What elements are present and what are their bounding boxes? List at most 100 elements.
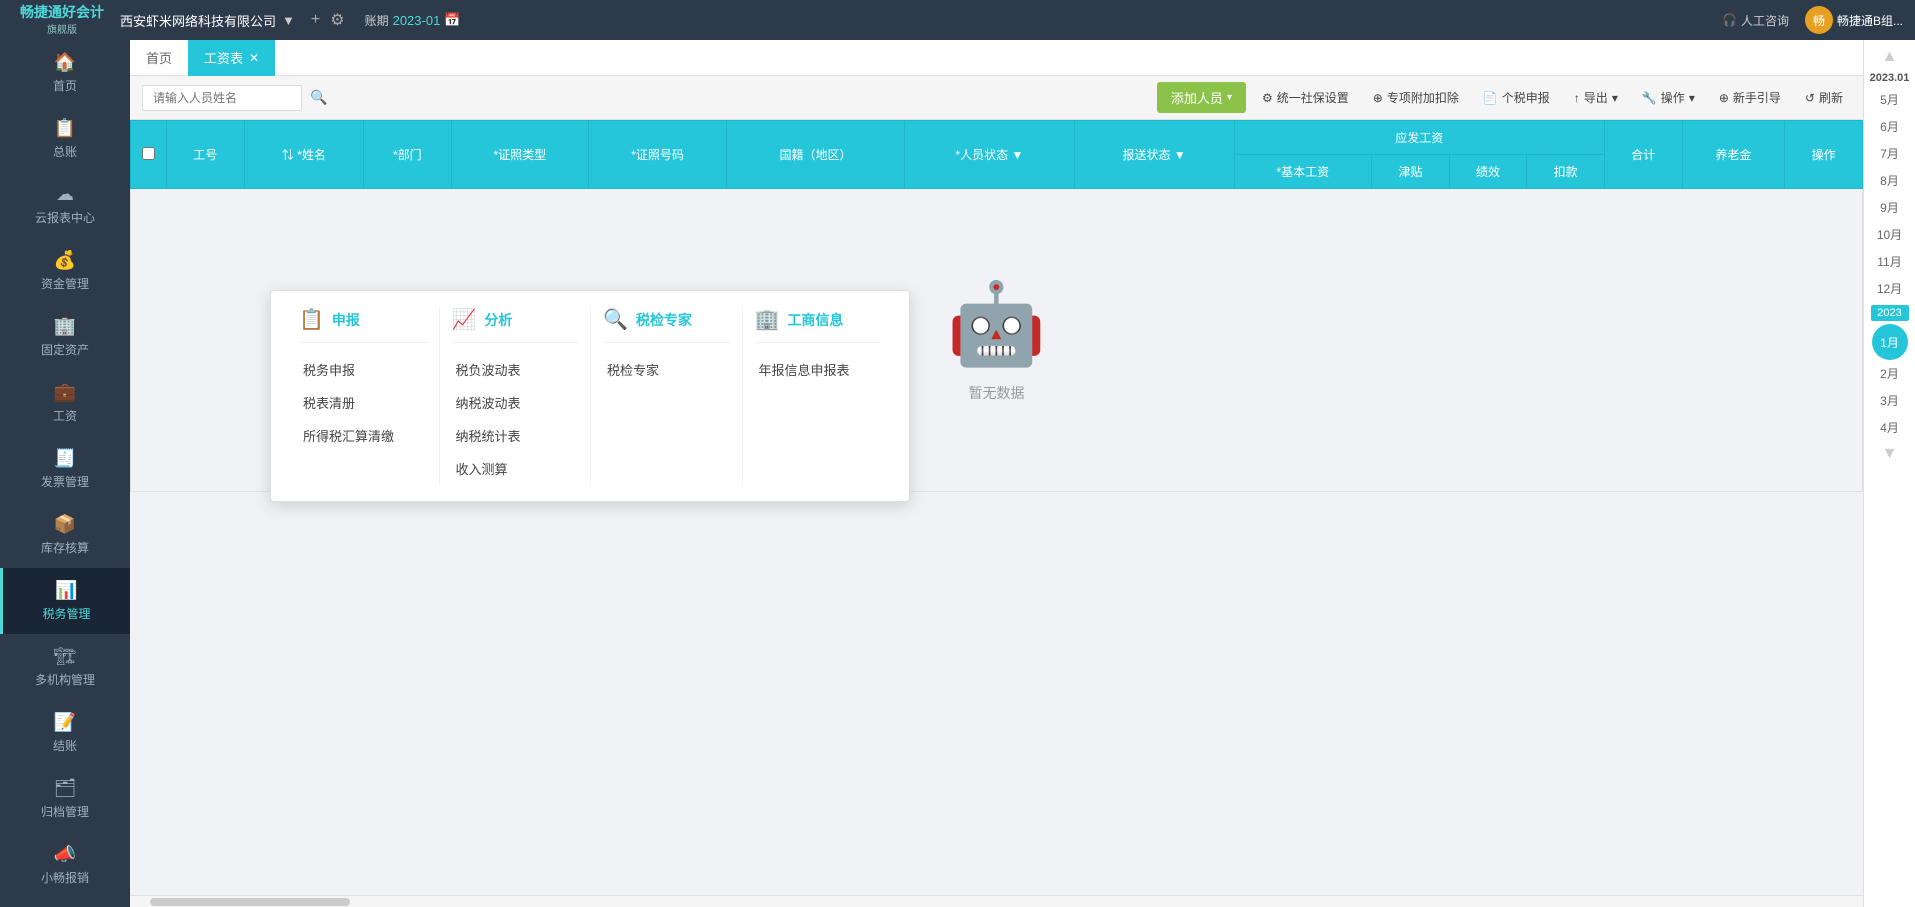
sidebar-label-inventory: 库存核算 <box>41 539 89 556</box>
sidebar-item-tax[interactable]: 📊 税务管理 <box>0 568 130 634</box>
empty-text: 暂无数据 <box>969 383 1025 403</box>
month-2023-11[interactable]: 11月 <box>1869 248 1911 275</box>
sidebar-item-home[interactable]: 🏠 首页 <box>0 40 130 106</box>
menu-section-analysis: 📈 分析 税负波动表 纳税波动表 纳税统计表 收入测算 <box>439 307 591 485</box>
guide-toolbar-label: 新手引导 <box>1733 89 1781 106</box>
month-2024-4[interactable]: 4月 <box>1869 414 1911 441</box>
customer-service[interactable]: 🎧 人工咨询 <box>1722 12 1789 29</box>
capital-icon: 💰 <box>54 250 76 271</box>
sidebar-item-cloud[interactable]: ☁ 云报表中心 <box>0 172 130 238</box>
export-button[interactable]: ↑ 导出 ▾ <box>1566 85 1626 110</box>
tab-home[interactable]: 首页 <box>130 40 188 76</box>
menu-item-tax-table[interactable]: 税表清册 <box>299 386 427 419</box>
search-input[interactable] <box>142 85 302 111</box>
th-id-type: *证照类型 <box>451 121 589 189</box>
th-total: 合计 <box>1604 121 1682 189</box>
period-value[interactable]: 2023-01 <box>393 13 441 28</box>
special-deduction-button[interactable]: ⊕ 专项附加扣除 <box>1365 85 1467 110</box>
sidebar-item-invoice[interactable]: 🧾 发票管理 <box>0 436 130 502</box>
menu-item-annual-report[interactable]: 年报信息申报表 <box>755 353 882 386</box>
company-name: 西安虾米网络科技有限公司 <box>120 11 276 30</box>
menu-item-income-tax-summary[interactable]: 所得税汇算清缴 <box>299 419 427 452</box>
th-id-number: *证照号码 <box>589 121 727 189</box>
sidebar-label-home: 首页 <box>53 77 77 94</box>
social-insurance-button[interactable]: ⚙ 统一社保设置 <box>1254 85 1357 110</box>
guide-toolbar-button[interactable]: ⊕ 新手引导 <box>1711 85 1789 110</box>
sidebar-item-inventory[interactable]: 📦 库存核算 <box>0 502 130 568</box>
select-all-checkbox[interactable] <box>142 147 155 160</box>
invoice-icon: 🧾 <box>54 448 76 469</box>
period-label: 账期 <box>365 12 389 29</box>
toolbar: 🔍 添加人员 ▾ ⚙ 统一社保设置 ⊕ 专项附加扣除 📄 个税申报 ↑ 导出 ▾ <box>130 76 1863 120</box>
biz-section-title: 工商信息 <box>787 310 843 330</box>
month-2023-5[interactable]: 5月 <box>1869 86 1911 113</box>
menu-item-tax-stats[interactable]: 纳税统计表 <box>452 419 579 452</box>
declaration-section-icon: 📋 <box>299 307 324 332</box>
th-department: *部门 <box>364 121 451 189</box>
add-icon[interactable]: + <box>311 11 320 29</box>
month-2023-10[interactable]: 10月 <box>1869 221 1911 248</box>
tax-return-label: 个税申报 <box>1502 89 1550 106</box>
sidebar-item-capital[interactable]: 💰 资金管理 <box>0 238 130 304</box>
tax-return-button[interactable]: 📄 个税申报 <box>1475 85 1558 110</box>
tab-payroll[interactable]: 工资表 ✕ <box>188 40 275 76</box>
add-person-label: 添加人员 <box>1171 88 1223 107</box>
add-person-button[interactable]: 添加人员 ▾ <box>1157 82 1246 113</box>
menu-item-tax-burden[interactable]: 税负波动表 <box>452 353 579 386</box>
month-2024-2[interactable]: 2月 <box>1869 360 1911 387</box>
prev-year-btn[interactable]: ▲ <box>1878 44 1902 70</box>
sidebar-item-multi-org[interactable]: 🏗 多机构管理 <box>0 634 130 700</box>
sidebar-item-archive[interactable]: 🗂 归档管理 <box>0 766 130 832</box>
company-selector[interactable]: 西安虾米网络科技有限公司 ▼ <box>120 11 295 30</box>
ledger-icon: 📋 <box>54 118 76 139</box>
sidebar-item-assets[interactable]: 🏢 固定资产 <box>0 304 130 370</box>
month-2023-7[interactable]: 7月 <box>1869 140 1911 167</box>
operations-button[interactable]: 🔧 操作 ▾ <box>1634 85 1703 110</box>
menu-item-tax-payment[interactable]: 纳税波动表 <box>452 386 579 419</box>
th-allowance: 津贴 <box>1372 155 1450 189</box>
month-2023-9[interactable]: 9月 <box>1869 194 1911 221</box>
calendar-icon[interactable]: 📅 <box>444 12 460 28</box>
analysis-section-title: 分析 <box>484 310 512 330</box>
th-status: *人员状态 ▼ <box>905 121 1075 189</box>
tab-close-icon[interactable]: ✕ <box>249 51 259 65</box>
th-name: ⇅ *姓名 <box>244 121 364 189</box>
menu-item-expert[interactable]: 税检专家 <box>603 353 730 386</box>
th-base-salary: *基本工资 <box>1234 155 1372 189</box>
month-2024-1[interactable]: 1月 <box>1872 324 1908 360</box>
sidebar-label-ledger: 总账 <box>53 143 77 160</box>
sidebar-item-sales[interactable]: 📣 小畅报销 <box>0 832 130 898</box>
menu-item-tax-declaration[interactable]: 税务申报 <box>299 353 427 386</box>
month-2024-3[interactable]: 3月 <box>1869 387 1911 414</box>
sidebar-item-settings[interactable]: ⚙ 基础设置 <box>0 898 130 907</box>
sidebar-item-payroll[interactable]: 💼 工资 <box>0 370 130 436</box>
horizontal-scrollbar[interactable] <box>130 895 1863 907</box>
month-2023-8[interactable]: 8月 <box>1869 167 1911 194</box>
export-icon: ↑ <box>1574 91 1580 105</box>
scroll-thumb[interactable] <box>150 898 350 906</box>
menu-section-header-expert: 🔍 税检专家 <box>603 307 730 343</box>
tab-home-label: 首页 <box>146 48 172 67</box>
menu-section-header-declaration: 📋 申报 <box>299 307 427 343</box>
next-year-btn[interactable]: ▼ <box>1878 441 1902 467</box>
settings-icon[interactable]: ⚙ <box>330 10 344 30</box>
social-insurance-label: 统一社保设置 <box>1277 89 1349 106</box>
archive-icon: 🗂 <box>54 778 77 799</box>
sales-icon: 📣 <box>54 844 76 865</box>
search-button[interactable]: 🔍 <box>310 89 327 106</box>
sidebar-item-close[interactable]: 📝 结账 <box>0 700 130 766</box>
filter-icon-status[interactable]: ▼ <box>1011 148 1023 162</box>
month-2023-12[interactable]: 12月 <box>1869 275 1911 302</box>
assets-icon: 🏢 <box>54 316 76 337</box>
payroll-icon: 💼 <box>54 382 76 403</box>
th-checkbox[interactable] <box>131 121 167 189</box>
refresh-button[interactable]: ↺ 刷新 <box>1797 85 1851 110</box>
menu-item-income-forecast[interactable]: 收入测算 <box>452 452 579 485</box>
filter-icon-report[interactable]: ▼ <box>1174 148 1186 162</box>
user-menu[interactable]: 畅 畅捷通B组... <box>1805 6 1903 34</box>
sidebar-label-close: 结账 <box>53 737 77 754</box>
content-area: 首页 工资表 ✕ 🔍 添加人员 ▾ ⚙ 统一社保设置 ⊕ 专项附加扣除 <box>130 40 1863 907</box>
sidebar-item-ledger[interactable]: 📋 总账 <box>0 106 130 172</box>
declaration-section-title: 申报 <box>332 310 360 330</box>
month-2023-6[interactable]: 6月 <box>1869 113 1911 140</box>
